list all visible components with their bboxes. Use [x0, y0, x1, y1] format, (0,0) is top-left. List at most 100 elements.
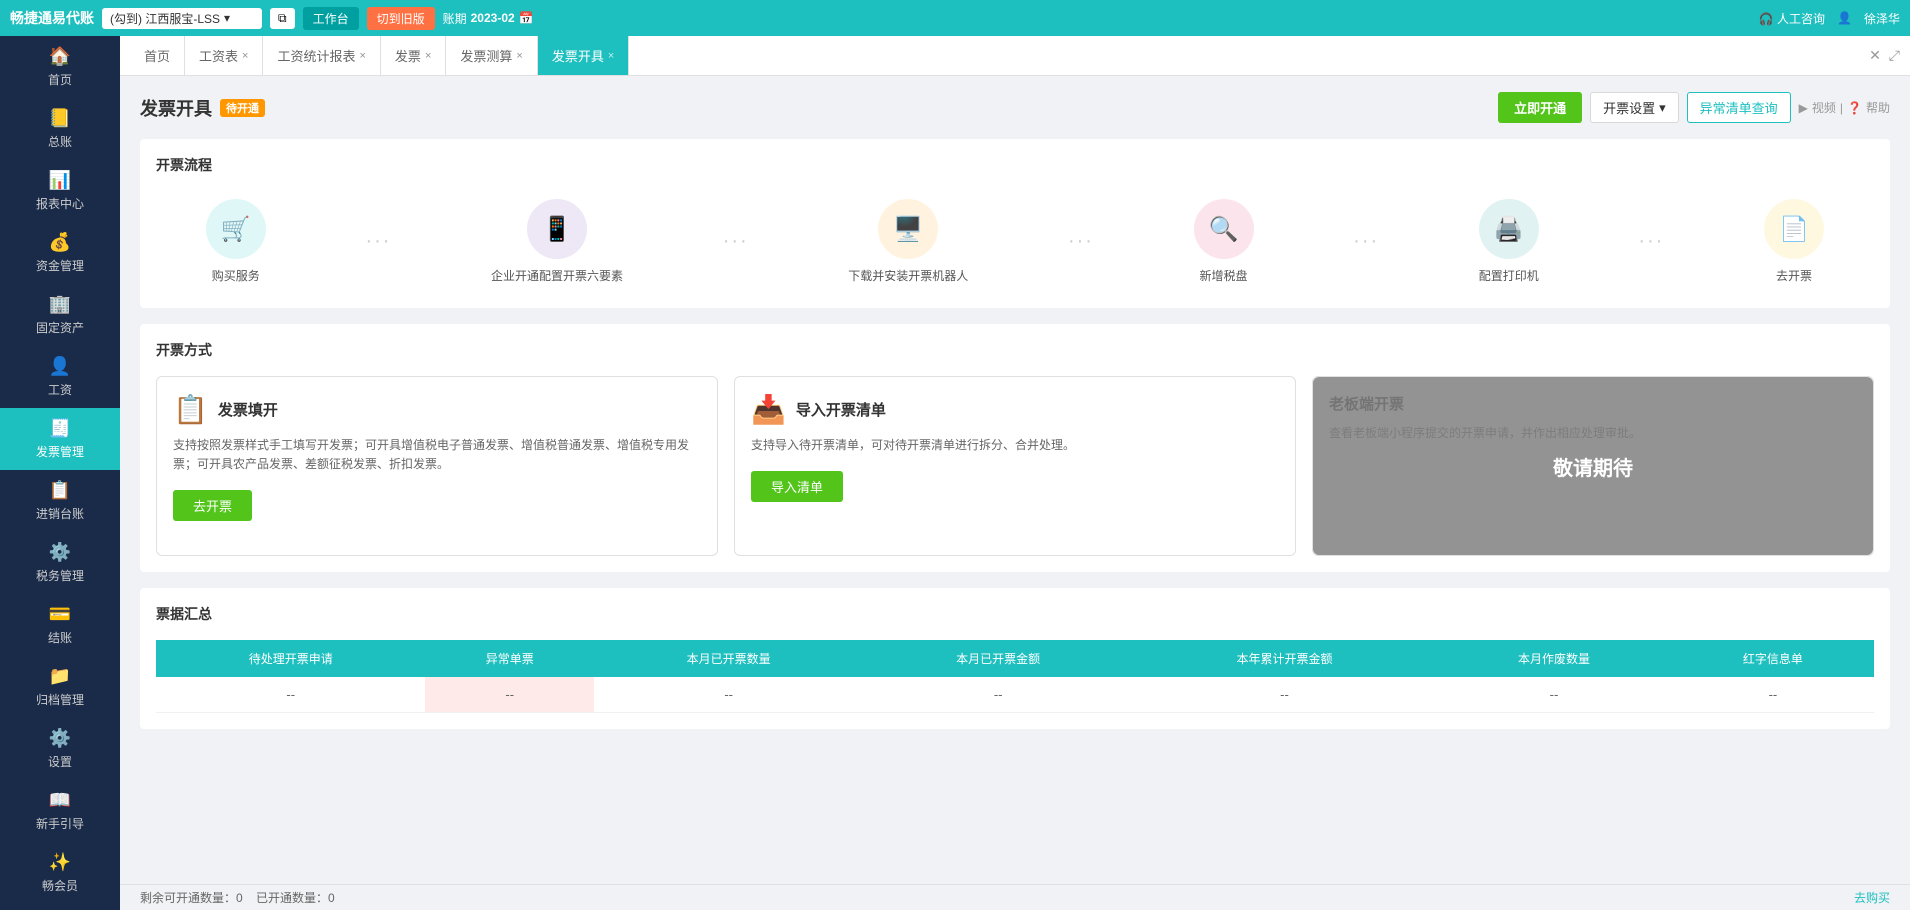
buy-service-label: 购买服务: [212, 267, 260, 284]
status-bar: 剩余可开通数量：0 已开通数量：0 去购买: [120, 884, 1910, 910]
purchase-icon: 📋: [49, 480, 71, 501]
close-all-icon[interactable]: ✕: [1869, 47, 1881, 64]
tab-salary-report-close[interactable]: ×: [359, 50, 365, 62]
tab-salary-report[interactable]: 工资统计报表 ×: [263, 36, 380, 75]
tab-salary-table-close[interactable]: ×: [242, 50, 248, 62]
coming-soon-label: 敬请期待: [1553, 452, 1633, 481]
process-step-setup: 📱 企业开通配置开票六要素: [491, 199, 623, 284]
settings-button[interactable]: 开票设置 ▾: [1590, 92, 1679, 123]
process-flow: 🛒 购买服务 ··· 📱 企业开通配置开票六要素 ··· 🖥️ 下载并安装开票机…: [156, 191, 1874, 292]
page-header: 发票开具 待开通 立即开通 开票设置 ▾ 异常清单查询 ▶ 视频 | ❓: [140, 92, 1890, 123]
sidebar-item-salary[interactable]: 👤 工资: [0, 346, 120, 408]
process-section: 开票流程 🛒 购买服务 ··· 📱 企业开通配置开票六要素 ··· 🖥️ 下载并…: [140, 139, 1890, 308]
add-tax-label: 新增税盘: [1200, 267, 1248, 284]
buy-service-icon: 🛒: [206, 199, 266, 259]
process-step-tax: 🔍 新增税盘: [1194, 199, 1254, 284]
issue-invoice-label: 去开票: [1776, 267, 1812, 284]
download-robot-label: 下载并安装开票机器人: [848, 267, 968, 284]
restore-icon[interactable]: ⤢: [1889, 47, 1900, 64]
sidebar-item-tax[interactable]: ⚙️ 税务管理: [0, 532, 120, 594]
val-red-note: --: [1672, 677, 1874, 713]
col-pending: 待处理开票申请: [156, 640, 425, 677]
sidebar-label-invoice: 发票管理: [36, 443, 84, 460]
col-month-count: 本月已开票数量: [594, 640, 863, 677]
buy-link[interactable]: 去购买: [1854, 889, 1890, 906]
open-now-button[interactable]: 立即开通: [1498, 92, 1582, 123]
val-void-count: --: [1436, 677, 1672, 713]
method-card-boss: 老板端开票 查看老板端小程序提交的开票申请，并作出相应处理审批。 敬请期待: [1312, 376, 1874, 556]
help-group: ▶ 视频 | ❓ 帮助: [1799, 99, 1890, 116]
arrow-4: ···: [1353, 230, 1379, 253]
method-section: 开票方式 📋 发票填开 支持按照发票样式手工填写开发票；可开具增值税电子普通发票…: [140, 324, 1890, 572]
sidebar-item-funds[interactable]: 💰 资金管理: [0, 222, 120, 284]
ledger-icon: 📒: [49, 108, 71, 129]
sidebar-label-salary: 工资: [48, 381, 72, 398]
tab-invoice[interactable]: 发票 ×: [381, 36, 446, 75]
invoice-methods: 📋 发票填开 支持按照发票样式手工填写开发票；可开具增值税电子普通发票、增值税普…: [156, 376, 1874, 556]
user-avatar: 👤: [1837, 11, 1852, 25]
home-icon: 🏠: [49, 46, 71, 67]
sidebar: 🏠 首页 📒 总账 📊 报表中心 💰 资金管理 🏢 固定资产 👤 工资 🧾 发票…: [0, 36, 120, 910]
consultant-button[interactable]: 🎧 人工咨询: [1759, 10, 1825, 27]
import-list-button[interactable]: 导入清单: [751, 471, 843, 502]
tab-invoice-calc[interactable]: 发票测算 ×: [446, 36, 537, 75]
company-selector[interactable]: (勾到) 江西服宝-LSS ▾: [102, 8, 262, 29]
tab-home[interactable]: 首页: [130, 36, 185, 75]
sidebar-label-member: 畅会员: [42, 877, 78, 894]
tab-invoice-calc-close[interactable]: ×: [516, 50, 522, 62]
import-header: 📥 导入开票清单: [751, 393, 1279, 426]
sidebar-item-ledger[interactable]: 📒 总账: [0, 98, 120, 160]
col-void-count: 本月作废数量: [1436, 640, 1672, 677]
sidebar-item-home[interactable]: 🏠 首页: [0, 36, 120, 98]
sidebar-item-settings[interactable]: ⚙️ 设置: [0, 718, 120, 780]
sidebar-label-funds: 资金管理: [36, 257, 84, 274]
manual-invoice-icon: 📋: [173, 393, 208, 426]
config-printer-icon: 🖨️: [1479, 199, 1539, 259]
import-invoice-icon: 📥: [751, 393, 786, 426]
reports-icon: 📊: [49, 170, 71, 191]
sidebar-item-guide[interactable]: 📖 新手引导: [0, 780, 120, 842]
val-abnormal: --: [425, 677, 593, 713]
config-printer-label: 配置打印机: [1479, 267, 1539, 284]
settle-icon: 💳: [49, 604, 71, 625]
sidebar-label-ledger: 总账: [48, 133, 72, 150]
copy-button[interactable]: ⧉: [270, 8, 295, 29]
process-step-issue: 📄 去开票: [1764, 199, 1824, 284]
tab-invoice-issue-close[interactable]: ×: [608, 50, 614, 62]
sidebar-item-reports[interactable]: 📊 报表中心: [0, 160, 120, 222]
table-row: -- -- -- -- -- -- --: [156, 677, 1874, 713]
chevron-down-icon: ▾: [1659, 100, 1666, 116]
funds-icon: 💰: [49, 232, 71, 253]
tab-salary-table-label: 工资表: [199, 46, 238, 65]
video-icon[interactable]: ▶: [1799, 101, 1808, 115]
calendar-icon[interactable]: 📅: [519, 11, 534, 25]
tab-salary-table[interactable]: 工资表 ×: [185, 36, 263, 75]
go-issue-button[interactable]: 去开票: [173, 490, 252, 521]
sidebar-item-purchase[interactable]: 📋 进销台账: [0, 470, 120, 532]
app-logo: 畅捷通易代账: [10, 8, 94, 28]
sidebar-item-member[interactable]: ✨ 畅会员: [0, 842, 120, 904]
sidebar-item-invoice[interactable]: 🧾 发票管理: [0, 408, 120, 470]
process-step-download: 🖥️ 下载并安装开票机器人: [848, 199, 968, 284]
workbench-button[interactable]: 工作台: [303, 7, 359, 30]
old-version-button[interactable]: 切到旧版: [367, 7, 435, 30]
page-content: 发票开具 待开通 立即开通 开票设置 ▾ 异常清单查询 ▶ 视频 | ❓: [120, 76, 1910, 884]
arrow-1: ···: [365, 230, 391, 253]
tab-bar-left: 首页 工资表 × 工资统计报表 × 发票 × 发票测算 ×: [130, 36, 629, 75]
manual-header: 📋 发票填开: [173, 393, 701, 426]
top-bar-right: 🎧 人工咨询 👤 徐泽华: [1759, 10, 1900, 27]
tab-invoice-close[interactable]: ×: [425, 50, 431, 62]
col-month-amount: 本月已开票金额: [863, 640, 1132, 677]
sidebar-item-assets[interactable]: 🏢 固定资产: [0, 284, 120, 346]
sidebar-item-settle[interactable]: 💳 结账: [0, 594, 120, 656]
abnormal-query-button[interactable]: 异常清单查询: [1687, 92, 1791, 123]
salary-icon: 👤: [49, 356, 71, 377]
val-month-count: --: [594, 677, 863, 713]
tab-invoice-issue[interactable]: 发票开具 ×: [538, 36, 629, 75]
col-year-amount: 本年累计开票金额: [1133, 640, 1436, 677]
sidebar-label-assets: 固定资产: [36, 319, 84, 336]
add-tax-icon: 🔍: [1194, 199, 1254, 259]
col-red-note: 红字信息单: [1672, 640, 1874, 677]
unpin-button[interactable]: 📌 取消固定: [0, 904, 120, 910]
sidebar-item-archive[interactable]: 📁 归档管理: [0, 656, 120, 718]
